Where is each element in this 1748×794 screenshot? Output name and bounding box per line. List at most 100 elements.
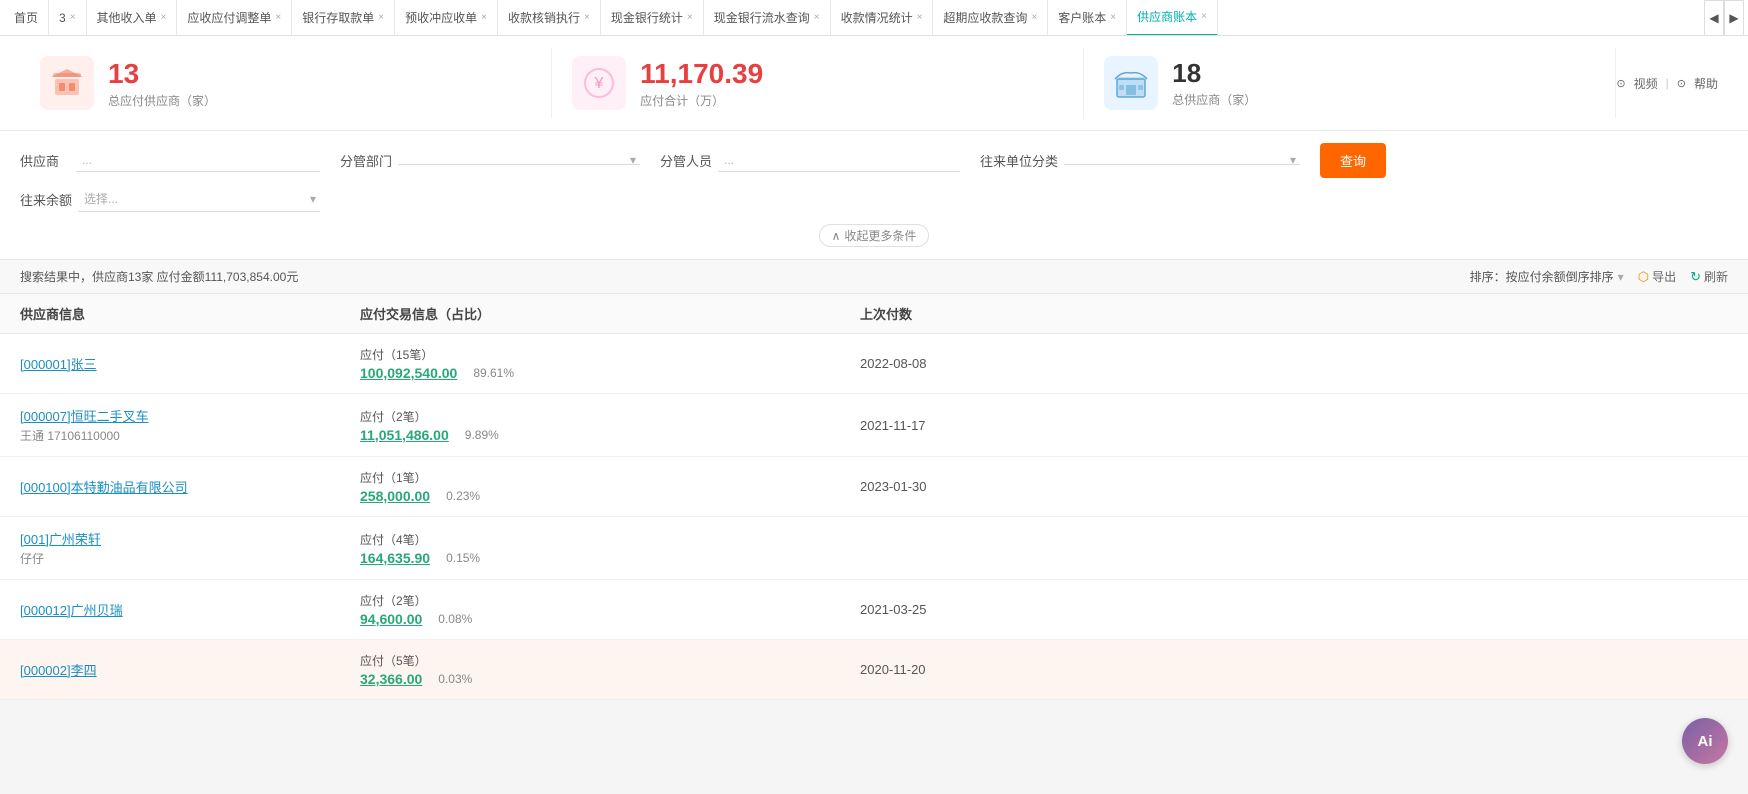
dept-select[interactable]: ▾	[398, 156, 640, 165]
supplier-link[interactable]: [000012]广州贝瑞	[20, 603, 123, 618]
amount-link[interactable]: 258,000.00	[360, 488, 430, 504]
last-payment-cell: 2021-03-25	[860, 602, 1728, 617]
supplier-sub-info: 王通 17106110000	[20, 427, 360, 444]
cash-stat-label: 现金银行统计	[611, 9, 683, 26]
close-prepay[interactable]: ×	[481, 12, 487, 23]
result-info: 搜索结果中，供应商13家 应付金额111,703,854.00元	[20, 268, 298, 285]
supplier-input[interactable]: ...	[76, 149, 320, 172]
result-actions: 排序：按应付余额倒序排序 ▾ ⬡ 导出 ↻ 刷新	[1470, 268, 1728, 285]
nav-tab-overdue[interactable]: 超期应收款查询 ×	[933, 0, 1048, 36]
filter-supplier: 供应商 ...	[20, 149, 320, 172]
percent-text: 9.89%	[465, 428, 515, 442]
supplier-link[interactable]: [000001]张三	[20, 357, 97, 372]
cash-flow-label: 现金银行流水查询	[714, 9, 810, 26]
close-collect-stat[interactable]: ×	[917, 12, 923, 23]
supplier-link[interactable]: [000007]恒旺二手叉车	[20, 409, 149, 424]
amount-link[interactable]: 164,635.90	[360, 550, 430, 566]
nav-next-arrow[interactable]: ▶	[1724, 0, 1744, 36]
supplier-link[interactable]: [001]广州荣轩	[20, 532, 101, 547]
summary-payable-amount-text: 11,170.39 应付合计（万）	[640, 57, 763, 110]
supplier-cell: [000007]恒旺二手叉车 王通 17106110000	[20, 406, 360, 444]
supplier-book-label: 供应商账本	[1137, 8, 1197, 25]
amount-link[interactable]: 32,366.00	[360, 671, 422, 687]
unit-category-chevron-icon: ▾	[1290, 153, 1296, 167]
sort-label: 排序：按应付余额倒序排序	[1470, 268, 1614, 285]
nav-tab-receipt[interactable]: 收款核销执行 ×	[498, 0, 601, 36]
total-suppliers-number: 18	[1172, 58, 1256, 89]
summary-card-total-suppliers: 18 总供应商（家）	[1084, 48, 1616, 118]
balance-select[interactable]: 选择... ▾	[78, 186, 320, 212]
table-row: [000007]恒旺二手叉车 王通 17106110000 应付（2笔） 11,…	[0, 394, 1748, 457]
summary-card-payable-suppliers: 13 总应付供应商（家）	[20, 48, 552, 118]
tab3-label: 3	[59, 11, 66, 25]
amount-link[interactable]: 100,092,540.00	[360, 365, 457, 381]
nav-tab-other-income[interactable]: 其他收入单 ×	[87, 0, 178, 36]
export-button[interactable]: ⬡ 导出	[1638, 268, 1676, 285]
nav-tab-cash-stat[interactable]: 现金银行统计 ×	[601, 0, 704, 36]
nav-tab-supplier-book[interactable]: 供应商账本 ×	[1127, 0, 1218, 36]
supplier-link[interactable]: [000100]本特勤油品有限公司	[20, 480, 188, 495]
table-row: [001]广州荣轩 仔仔 应付（4笔） 164,635.90 0.15%	[0, 517, 1748, 580]
nav-tab-customer-book[interactable]: 客户账本 ×	[1048, 0, 1127, 36]
summary-total-suppliers-text: 18 总供应商（家）	[1172, 58, 1256, 108]
transaction-label: 应付（4笔）	[360, 531, 860, 548]
percent-text: 0.03%	[438, 672, 488, 686]
other-income-label: 其他收入单	[97, 9, 157, 26]
bank-label: 银行存取款单	[302, 9, 374, 26]
help-link[interactable]: 帮助	[1694, 75, 1718, 92]
nav-tab-3[interactable]: 3 ×	[49, 0, 87, 36]
amount-link[interactable]: 94,600.00	[360, 611, 422, 627]
transaction-cell: 应付（4笔） 164,635.90 0.15%	[360, 531, 860, 566]
refresh-button[interactable]: ↻ 刷新	[1690, 268, 1728, 285]
close-receipt[interactable]: ×	[584, 12, 590, 23]
balance-chevron-icon: ▾	[310, 192, 316, 206]
close-customer-book[interactable]: ×	[1110, 12, 1116, 23]
summary-card-payable-amount: ¥ 11,170.39 应付合计（万）	[552, 48, 1084, 118]
home-tab-label: 首页	[14, 9, 38, 26]
nav-tab-collect-stat[interactable]: 收款情况统计 ×	[831, 0, 934, 36]
balance-filter-label: 往来余额	[20, 190, 72, 209]
nav-tab-prepay[interactable]: 预收冲应收单 ×	[395, 0, 498, 36]
payable-amount-number: 11,170.39	[640, 57, 763, 91]
nav-tab-bank[interactable]: 银行存取款单 ×	[292, 0, 395, 36]
person-input[interactable]: ...	[718, 149, 960, 172]
dept-chevron-icon: ▾	[630, 153, 636, 167]
close-cash-flow[interactable]: ×	[814, 12, 820, 23]
close-bank[interactable]: ×	[378, 12, 384, 23]
last-payment-cell: 2023-01-30	[860, 479, 1728, 494]
ai-badge[interactable]: Ai	[1682, 718, 1728, 764]
person-filter-label: 分管人员	[660, 151, 712, 170]
supplier-cell: [001]广州荣轩 仔仔	[20, 529, 360, 567]
amount-link[interactable]: 11,051,486.00	[360, 427, 449, 443]
supplier-link[interactable]: [000002]李四	[20, 663, 97, 678]
close-cash-stat[interactable]: ×	[687, 12, 693, 23]
nav-tab-home[interactable]: 首页	[4, 0, 49, 36]
last-payment-date: 2021-03-25	[860, 602, 927, 617]
close-supplier-book[interactable]: ×	[1201, 11, 1207, 22]
last-payment-cell: 2022-08-08	[860, 356, 1728, 371]
search-button[interactable]: 查询	[1320, 143, 1386, 178]
last-payment-date: 2022-08-08	[860, 356, 927, 371]
close-tab3[interactable]: ×	[70, 12, 76, 23]
sort-chevron-icon: ▾	[1618, 270, 1624, 284]
close-adjust[interactable]: ×	[275, 12, 281, 23]
ai-badge-label: Ai	[1698, 733, 1713, 750]
header-last-payment: 上次付数	[860, 304, 1728, 323]
percent-text: 89.61%	[473, 366, 523, 380]
close-other-income[interactable]: ×	[161, 12, 167, 23]
help-circle-icon: ⊙	[1677, 77, 1686, 90]
video-link[interactable]: 视频	[1634, 75, 1658, 92]
collapse-button[interactable]: ∧ 收起更多条件	[819, 224, 930, 247]
sort-select[interactable]: 排序：按应付余额倒序排序 ▾	[1470, 268, 1624, 285]
nav-prev-arrow[interactable]: ◀	[1704, 0, 1724, 36]
table-row: [000001]张三 应付（15笔） 100,092,540.00 89.61%…	[0, 334, 1748, 394]
refresh-label: 刷新	[1704, 268, 1728, 285]
divider: |	[1666, 76, 1669, 90]
nav-tab-adjust[interactable]: 应收应付调整单 ×	[177, 0, 292, 36]
nav-tab-cash-flow[interactable]: 现金银行流水查询 ×	[704, 0, 831, 36]
filter-balance: 往来余额 选择... ▾	[20, 186, 320, 212]
balance-placeholder: 选择...	[84, 190, 118, 207]
unit-category-select[interactable]: ▾	[1064, 156, 1300, 165]
close-overdue[interactable]: ×	[1031, 12, 1037, 23]
table-row: [000002]李四 应付（5笔） 32,366.00 0.03% 2020-1…	[0, 640, 1748, 700]
